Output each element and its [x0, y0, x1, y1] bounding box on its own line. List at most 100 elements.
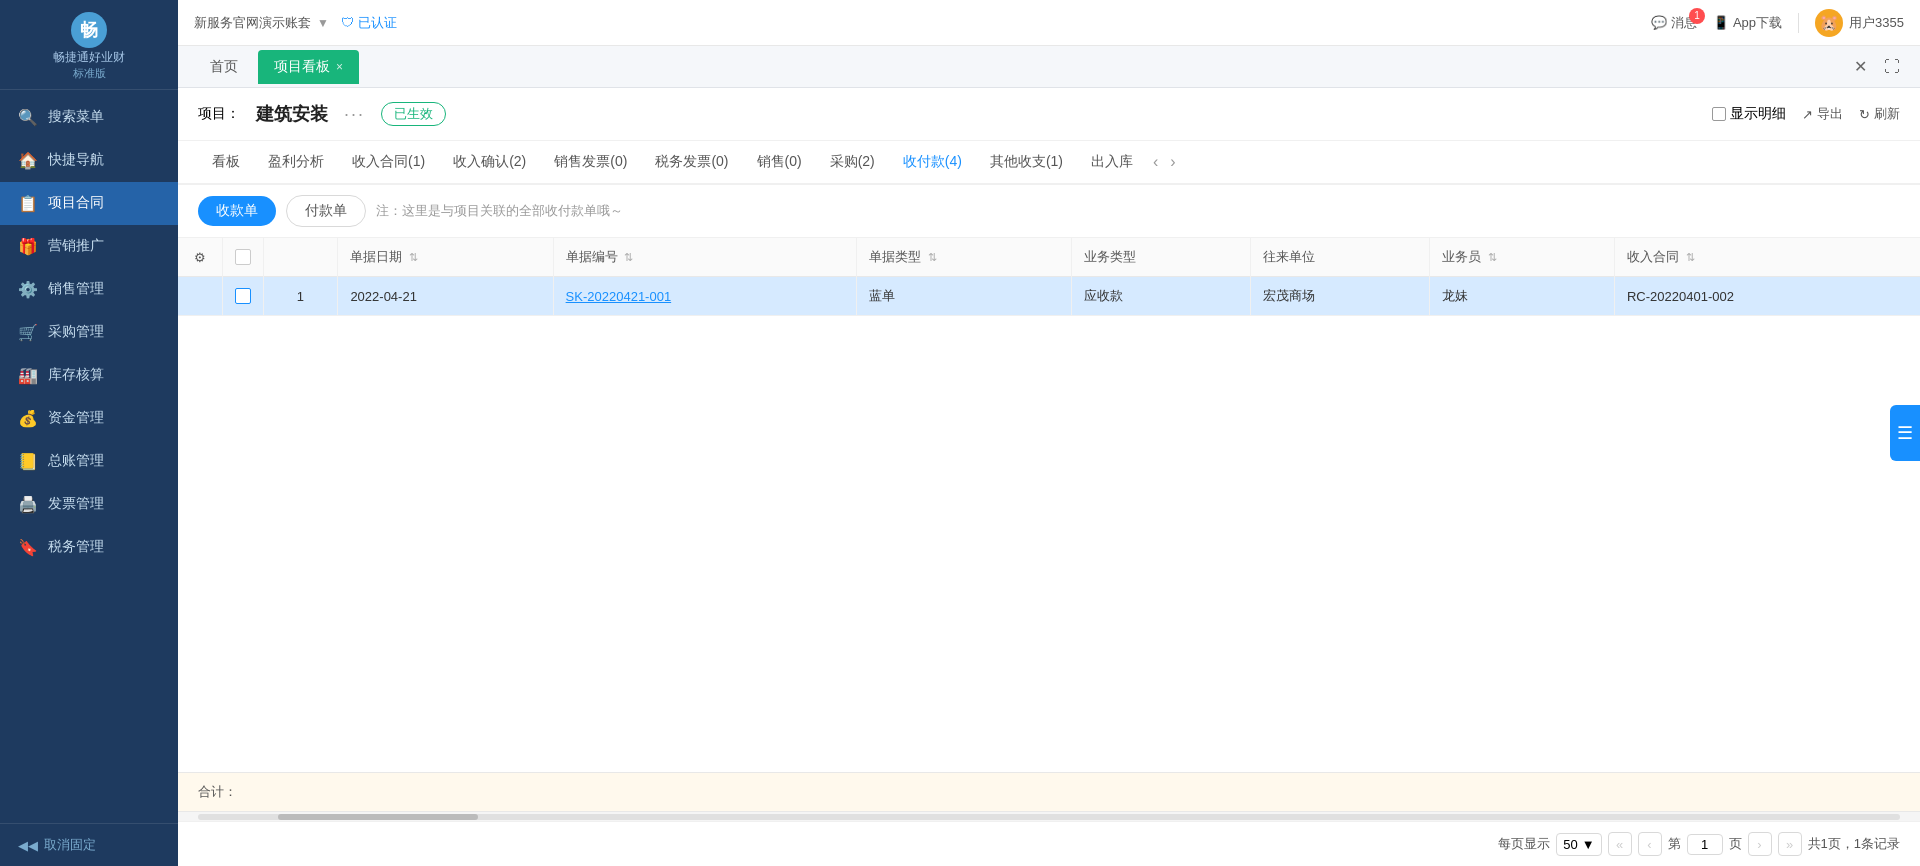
message-btn[interactable]: 💬 消息 1: [1651, 14, 1697, 32]
table-header-row: ⚙ 单据日期 ⇅ 单据编号 ⇅ 单据类型 ⇅ 业务类型 往来单位 业务员 ⇅ 收…: [178, 238, 1920, 277]
sub-tab-tax-invoice[interactable]: 税务发票(0): [641, 141, 742, 185]
last-page-btn[interactable]: »: [1778, 832, 1802, 856]
page-size-value: 50: [1563, 837, 1577, 852]
page-size-select[interactable]: 50 ▼: [1556, 833, 1601, 856]
logo-icon: 畅: [71, 12, 107, 48]
refresh-icon: ↻: [1859, 107, 1870, 122]
sidebar-item-label: 税务管理: [48, 538, 104, 556]
unpin-icon: ◀◀: [18, 838, 38, 853]
edition-label: 标准版: [73, 66, 106, 81]
prev-page-btn[interactable]: ‹: [1638, 832, 1662, 856]
sidebar-item-ledger-mgmt[interactable]: 📒 总账管理: [0, 440, 178, 483]
app-download-label: App下载: [1733, 14, 1782, 32]
table-area: ⚙ 单据日期 ⇅ 单据编号 ⇅ 单据类型 ⇅ 业务类型 往来单位 业务员 ⇅ 收…: [178, 238, 1920, 772]
horizontal-scrollbar[interactable]: [178, 811, 1920, 821]
payment-filter-btn[interactable]: 付款单: [286, 195, 366, 227]
table-footer-label: 合计：: [198, 784, 237, 799]
sidebar-item-quick-nav[interactable]: 🏠 快捷导航: [0, 139, 178, 182]
sidebar-item-label: 项目合同: [48, 194, 104, 212]
window-controls: ✕ ⛶: [1848, 55, 1904, 79]
contract-icon: 📋: [18, 194, 38, 213]
scrollbar-thumb[interactable]: [278, 814, 478, 820]
sub-tab-sales[interactable]: 销售(0): [743, 141, 816, 185]
account-selector[interactable]: 新服务官网演示账套 ▼: [194, 14, 329, 32]
th-settings[interactable]: ⚙: [178, 238, 222, 277]
side-float-btn[interactable]: ☰: [1890, 405, 1920, 461]
export-btn[interactable]: ↗ 导出: [1802, 105, 1843, 123]
th-date[interactable]: 单据日期 ⇅: [338, 238, 553, 277]
sub-tab-receipt-payment[interactable]: 收付款(4): [889, 141, 976, 185]
sidebar-item-label: 总账管理: [48, 452, 104, 470]
sidebar-item-invoice-mgmt[interactable]: 🖨️ 发票管理: [0, 483, 178, 526]
page-size-label: 每页显示: [1498, 835, 1550, 853]
page-info-suffix: 页: [1729, 835, 1742, 853]
sub-tab-kanban[interactable]: 看板: [198, 141, 254, 185]
sub-tab-next-btn[interactable]: ›: [1164, 145, 1181, 179]
pagination: 每页显示 50 ▼ « ‹ 第 页 › » 共1页，1条记录: [178, 821, 1920, 866]
refresh-label: 刷新: [1874, 105, 1900, 123]
tag-icon: 🔖: [18, 538, 38, 557]
tab-home-label: 首页: [210, 58, 238, 76]
page-input[interactable]: [1687, 834, 1723, 855]
sub-tab-in-out[interactable]: 出入库: [1077, 141, 1147, 185]
shield-icon: 🛡: [341, 15, 354, 30]
sub-tab-sales-invoice[interactable]: 销售发票(0): [540, 141, 641, 185]
sidebar-item-purchase-mgmt[interactable]: 🛒 采购管理: [0, 311, 178, 354]
user-avatar: 🐹: [1815, 9, 1843, 37]
td-type: 蓝单: [856, 277, 1071, 316]
td-check[interactable]: [222, 277, 263, 316]
next-page-btn[interactable]: ›: [1748, 832, 1772, 856]
receipt-filter-btn[interactable]: 收款单: [198, 196, 276, 226]
sidebar-item-marketing[interactable]: 🎁 营销推广: [0, 225, 178, 268]
sub-tab-profit[interactable]: 盈利分析: [254, 141, 338, 185]
app-download-btn[interactable]: 📱 App下载: [1713, 14, 1782, 32]
td-settings: [178, 277, 222, 316]
th-salesman[interactable]: 业务员 ⇅: [1429, 238, 1614, 277]
th-income-contract[interactable]: 收入合同 ⇅: [1614, 238, 1920, 277]
tab-home[interactable]: 首页: [194, 50, 254, 84]
th-number[interactable]: 单据编号 ⇅: [553, 238, 856, 277]
gift-icon: 🎁: [18, 237, 38, 256]
sidebar-nav: 🔍 搜索菜单 🏠 快捷导航 📋 项目合同 🎁 营销推广 ⚙️ 销售管理 🛒 采购…: [0, 90, 178, 823]
sidebar-item-label: 资金管理: [48, 409, 104, 427]
sub-tab-other-income[interactable]: 其他收支(1): [976, 141, 1077, 185]
logo-text: 畅捷通好业财: [53, 50, 125, 66]
verified-label: 已认证: [358, 14, 397, 32]
sub-tab-income-contract[interactable]: 收入合同(1): [338, 141, 439, 185]
topbar-divider: [1798, 13, 1799, 33]
sidebar-item-project-contract[interactable]: 📋 项目合同: [0, 182, 178, 225]
th-type[interactable]: 单据类型 ⇅: [856, 238, 1071, 277]
sidebar-item-sales-mgmt[interactable]: ⚙️ 销售管理: [0, 268, 178, 311]
topbar-right: 💬 消息 1 📱 App下载 🐹 用户3355: [1651, 9, 1904, 37]
sidebar-item-label: 销售管理: [48, 280, 104, 298]
show-detail-label: 显示明细: [1730, 105, 1786, 123]
sub-tab-purchase[interactable]: 采购(2): [816, 141, 889, 185]
sidebar-item-tax-mgmt[interactable]: 🔖 税务管理: [0, 526, 178, 569]
show-detail-checkbox[interactable]: [1712, 107, 1726, 121]
td-biz-type: 应收款: [1072, 277, 1251, 316]
sidebar: 畅 畅捷通好业财 标准版 🔍 搜索菜单 🏠 快捷导航 📋 项目合同 🎁 营销推广…: [0, 0, 178, 866]
message-icon: 💬: [1651, 15, 1667, 30]
tab-close-btn[interactable]: ×: [336, 60, 343, 74]
maximize-window-btn[interactable]: ⛶: [1880, 55, 1904, 79]
doc-number-link[interactable]: SK-20220421-001: [566, 289, 672, 304]
project-status-badge: 已生效: [381, 102, 446, 126]
sub-tab-income-confirm[interactable]: 收入确认(2): [439, 141, 540, 185]
project-label-prefix: 项目：: [198, 105, 240, 123]
sidebar-unpin[interactable]: ◀◀ 取消固定: [0, 823, 178, 866]
sidebar-item-funds-mgmt[interactable]: 💰 资金管理: [0, 397, 178, 440]
sidebar-item-search[interactable]: 🔍 搜索菜单: [0, 96, 178, 139]
message-badge: 1: [1689, 8, 1705, 24]
home-icon: 🏠: [18, 151, 38, 170]
th-partner: 往来单位: [1251, 238, 1430, 277]
sub-tab-prev-btn[interactable]: ‹: [1147, 145, 1164, 179]
refresh-btn[interactable]: ↻ 刷新: [1859, 105, 1900, 123]
project-more-btn[interactable]: ···: [344, 104, 365, 125]
user-menu[interactable]: 🐹 用户3355: [1815, 9, 1904, 37]
tab-project-kanban[interactable]: 项目看板 ×: [258, 50, 359, 84]
show-detail-toggle[interactable]: 显示明细: [1712, 105, 1786, 123]
sidebar-item-inventory[interactable]: 🏭 库存核算: [0, 354, 178, 397]
first-page-btn[interactable]: «: [1608, 832, 1632, 856]
close-window-btn[interactable]: ✕: [1848, 55, 1872, 79]
th-check[interactable]: [222, 238, 263, 277]
